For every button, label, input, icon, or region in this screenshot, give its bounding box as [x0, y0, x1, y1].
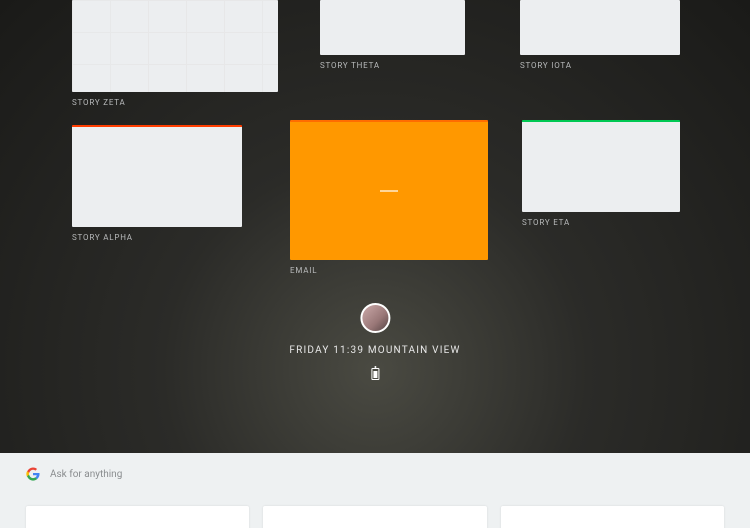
tile-thumbnail	[320, 0, 465, 55]
datetime-label: FRIDAY 11:39 MOUNTAIN VIEW	[289, 345, 460, 356]
search-placeholder: Ask for anything	[50, 469, 122, 480]
grid-pattern	[72, 0, 278, 92]
tile-label: STORY ALPHA	[72, 233, 242, 242]
tile-label: STORY ZETA	[72, 98, 278, 107]
search-row[interactable]: Ask for anything	[0, 453, 750, 491]
google-logo-icon	[26, 467, 40, 481]
now-cards-row	[26, 506, 724, 528]
battery-fill	[373, 371, 377, 378]
now-card[interactable]	[263, 506, 486, 528]
tile-thumbnail	[290, 120, 488, 260]
now-card[interactable]	[501, 506, 724, 528]
tile-story-zeta[interactable]: STORY ZETA	[72, 0, 278, 86]
tile-thumbnail	[522, 120, 680, 212]
tile-story-iota[interactable]: STORY IOTA	[520, 0, 680, 50]
tile-thumbnail	[72, 125, 242, 227]
tile-story-alpha[interactable]: STORY ALPHA	[72, 125, 242, 225]
tile-label: STORY THETA	[320, 61, 465, 70]
tile-label: EMAIL	[290, 266, 488, 275]
tile-thumbnail	[72, 0, 278, 92]
tile-story-theta[interactable]: STORY THETA	[320, 0, 465, 50]
bottom-sheet: Ask for anything	[0, 453, 750, 528]
avatar[interactable]	[360, 303, 390, 333]
battery-icon	[371, 368, 379, 380]
tile-story-eta[interactable]: STORY ETA	[522, 120, 680, 210]
tile-label: STORY ETA	[522, 218, 680, 227]
now-card[interactable]	[26, 506, 249, 528]
email-loading-indicator	[380, 190, 398, 192]
tile-label: STORY IOTA	[520, 61, 680, 70]
profile-block: FRIDAY 11:39 MOUNTAIN VIEW	[289, 303, 460, 380]
tile-thumbnail	[520, 0, 680, 55]
tile-email[interactable]: EMAIL	[290, 120, 488, 258]
